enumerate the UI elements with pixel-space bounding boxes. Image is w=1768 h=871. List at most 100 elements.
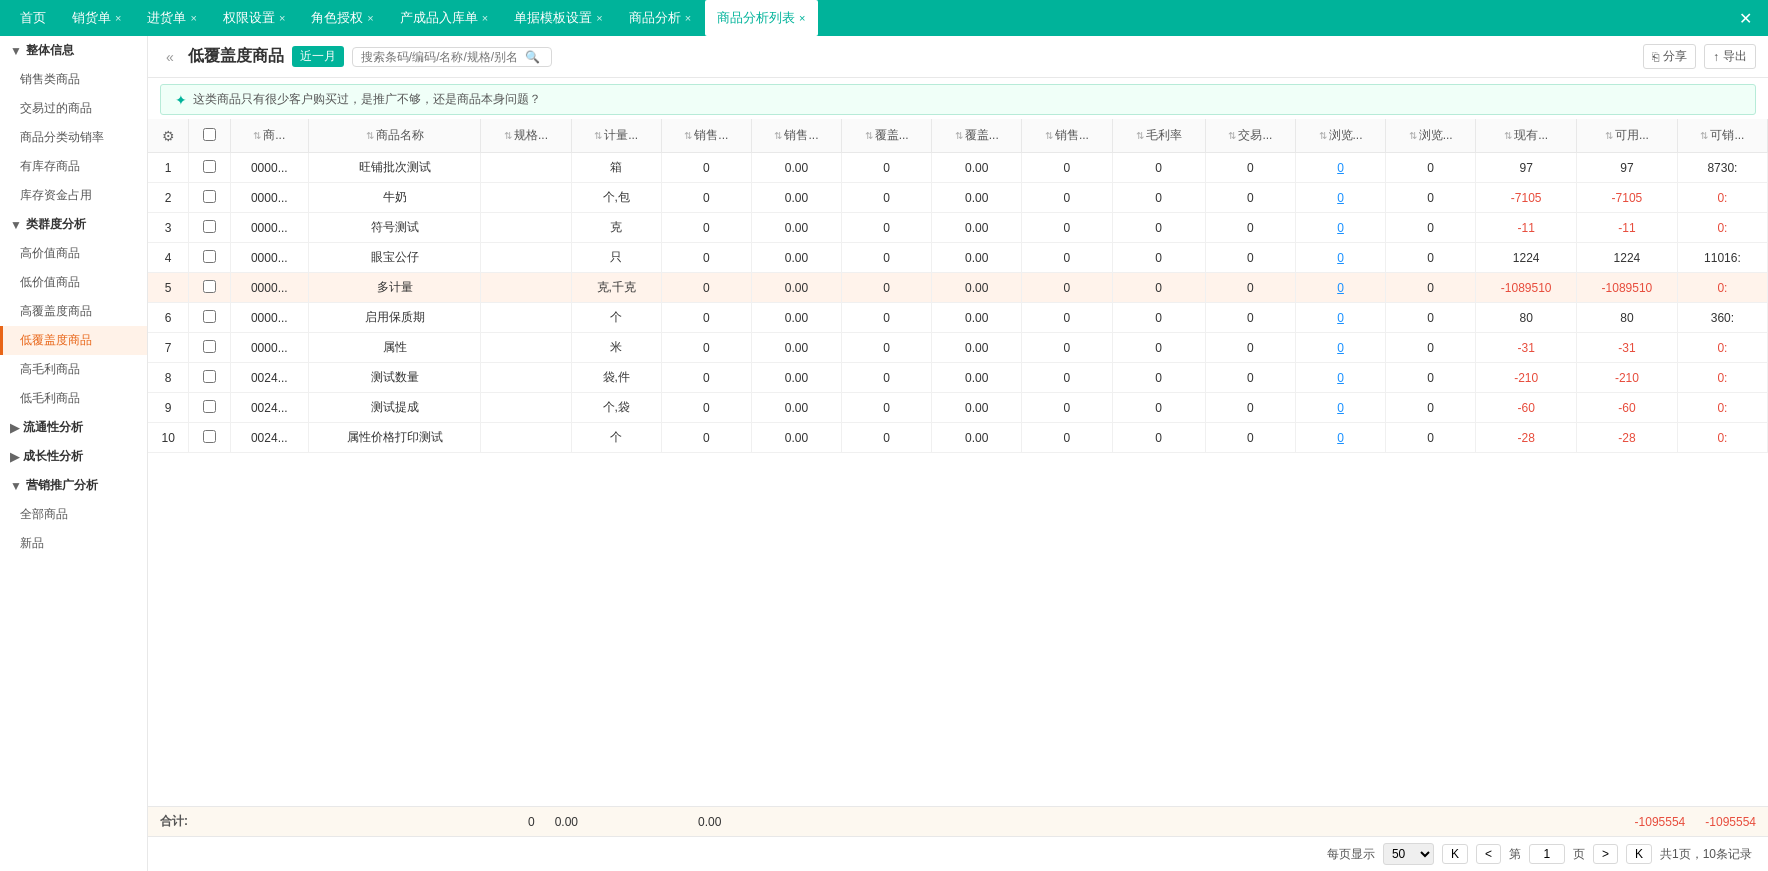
row-checkbox[interactable] bbox=[203, 280, 216, 293]
row-checkbox[interactable] bbox=[203, 340, 216, 353]
sidebar-item-low-coverage[interactable]: 低覆盖度商品 bbox=[0, 326, 147, 355]
collapse-sidebar-button[interactable]: « bbox=[160, 47, 180, 67]
row-checkbox[interactable] bbox=[203, 250, 216, 263]
col-sales-amount[interactable]: ⇅销售... bbox=[751, 119, 841, 153]
col-gross-rate[interactable]: ⇅毛利率 bbox=[1112, 119, 1205, 153]
cell-browse1[interactable]: 0 bbox=[1295, 303, 1385, 333]
row-checkbox[interactable] bbox=[203, 220, 216, 233]
col-code[interactable]: ⇅商... bbox=[230, 119, 309, 153]
col-available[interactable]: ⇅可用... bbox=[1577, 119, 1678, 153]
table-row[interactable]: 6 0000... 启用保质期 个 0 0.00 0 0.00 0 0 0 0 … bbox=[148, 303, 1768, 333]
nav-template-settings[interactable]: 单据模板设置 × bbox=[502, 0, 614, 36]
sidebar-item-stock-capital[interactable]: 库存资金占用 bbox=[0, 181, 147, 210]
search-input[interactable] bbox=[361, 50, 521, 64]
nav-permission-settings[interactable]: 权限设置 × bbox=[211, 0, 297, 36]
sidebar-item-low-margin[interactable]: 低毛利商品 bbox=[0, 384, 147, 413]
col-settings[interactable]: ⚙ bbox=[148, 119, 189, 153]
cell-check[interactable] bbox=[189, 243, 230, 273]
first-page-button[interactable]: K bbox=[1442, 844, 1468, 864]
row-checkbox[interactable] bbox=[203, 370, 216, 383]
table-row[interactable]: 3 0000... 符号测试 克 0 0.00 0 0.00 0 0 0 0 0… bbox=[148, 213, 1768, 243]
sidebar-item-new-goods[interactable]: 新品 bbox=[0, 529, 147, 558]
cell-check[interactable] bbox=[189, 393, 230, 423]
nav-finished-goods[interactable]: 产成品入库单 × bbox=[388, 0, 500, 36]
sidebar-item-all-goods[interactable]: 全部商品 bbox=[0, 500, 147, 529]
cell-browse1[interactable]: 0 bbox=[1295, 153, 1385, 183]
nav-home[interactable]: 首页 bbox=[8, 0, 58, 36]
cell-browse1[interactable]: 0 bbox=[1295, 213, 1385, 243]
col-current[interactable]: ⇅现有... bbox=[1476, 119, 1577, 153]
sidebar-item-stocked-goods[interactable]: 有库存商品 bbox=[0, 152, 147, 181]
cell-check[interactable] bbox=[189, 363, 230, 393]
nav-close-goods-analysis[interactable]: × bbox=[685, 12, 691, 24]
cell-browse1[interactable]: 0 bbox=[1295, 273, 1385, 303]
col-browse2[interactable]: ⇅浏览... bbox=[1386, 119, 1476, 153]
sidebar-group-cluster[interactable]: ▼ 类群度分析 bbox=[0, 210, 147, 239]
col-sales-x[interactable]: ⇅销售... bbox=[1022, 119, 1112, 153]
last-page-button[interactable]: K bbox=[1626, 844, 1652, 864]
table-row[interactable]: 1 0000... 旺铺批次测试 箱 0 0.00 0 0.00 0 0 0 0… bbox=[148, 153, 1768, 183]
table-row[interactable]: 10 0024... 属性价格打印测试 个 0 0.00 0 0.00 0 0 … bbox=[148, 423, 1768, 453]
row-checkbox[interactable] bbox=[203, 190, 216, 203]
sidebar-group-overall[interactable]: ▼ 整体信息 bbox=[0, 36, 147, 65]
search-icon[interactable]: 🔍 bbox=[525, 50, 540, 64]
cell-browse1[interactable]: 0 bbox=[1295, 363, 1385, 393]
cell-check[interactable] bbox=[189, 153, 230, 183]
nav-goods-analysis-list[interactable]: 商品分析列表 × bbox=[705, 0, 817, 36]
col-coverage1[interactable]: ⇅覆盖... bbox=[842, 119, 932, 153]
cell-check[interactable] bbox=[189, 273, 230, 303]
sidebar-item-sales-goods[interactable]: 销售类商品 bbox=[0, 65, 147, 94]
nav-close-goods-analysis-list[interactable]: × bbox=[799, 12, 805, 24]
table-row[interactable]: 4 0000... 眼宝公仔 只 0 0.00 0 0.00 0 0 0 0 0… bbox=[148, 243, 1768, 273]
sidebar-item-category-turnover[interactable]: 商品分类动销率 bbox=[0, 123, 147, 152]
table-row[interactable]: 9 0024... 测试提成 个,袋 0 0.00 0 0.00 0 0 0 0… bbox=[148, 393, 1768, 423]
sidebar-item-low-value[interactable]: 低价值商品 bbox=[0, 268, 147, 297]
col-coverage2[interactable]: ⇅覆盖... bbox=[932, 119, 1022, 153]
select-all-checkbox[interactable] bbox=[203, 128, 216, 141]
col-checkbox[interactable] bbox=[189, 119, 230, 153]
sidebar-item-high-value[interactable]: 高价值商品 bbox=[0, 239, 147, 268]
next-page-button[interactable]: > bbox=[1593, 844, 1618, 864]
sidebar-group-marketing[interactable]: ▼ 营销推广分析 bbox=[0, 471, 147, 500]
table-row[interactable]: 7 0000... 属性 米 0 0.00 0 0.00 0 0 0 0 0 -… bbox=[148, 333, 1768, 363]
nav-close-template-settings[interactable]: × bbox=[596, 12, 602, 24]
col-unit[interactable]: ⇅计量... bbox=[571, 119, 661, 153]
sidebar-item-high-coverage[interactable]: 高覆盖度商品 bbox=[0, 297, 147, 326]
nav-close-permission-settings[interactable]: × bbox=[279, 12, 285, 24]
cell-check[interactable] bbox=[189, 333, 230, 363]
row-checkbox[interactable] bbox=[203, 430, 216, 443]
sidebar-item-high-margin[interactable]: 高毛利商品 bbox=[0, 355, 147, 384]
row-checkbox[interactable] bbox=[203, 310, 216, 323]
table-row[interactable]: 2 0000... 牛奶 个,包 0 0.00 0 0.00 0 0 0 0 0… bbox=[148, 183, 1768, 213]
close-window-button[interactable]: ✕ bbox=[1731, 9, 1760, 28]
nav-close-purchase-order[interactable]: × bbox=[190, 12, 196, 24]
col-name[interactable]: ⇅商品名称 bbox=[309, 119, 481, 153]
table-row[interactable]: 8 0024... 测试数量 袋,件 0 0.00 0 0.00 0 0 0 0… bbox=[148, 363, 1768, 393]
row-checkbox[interactable] bbox=[203, 400, 216, 413]
col-trade[interactable]: ⇅交易... bbox=[1205, 119, 1295, 153]
prev-page-button[interactable]: < bbox=[1476, 844, 1501, 864]
cell-browse1[interactable]: 0 bbox=[1295, 183, 1385, 213]
col-spec[interactable]: ⇅规格... bbox=[481, 119, 571, 153]
sidebar-item-traded-goods[interactable]: 交易过的商品 bbox=[0, 94, 147, 123]
sidebar-group-liquidity[interactable]: ▶ 流通性分析 bbox=[0, 413, 147, 442]
cell-browse1[interactable]: 0 bbox=[1295, 423, 1385, 453]
cell-check[interactable] bbox=[189, 303, 230, 333]
nav-close-role-auth[interactable]: × bbox=[367, 12, 373, 24]
cell-check[interactable] bbox=[189, 423, 230, 453]
sidebar-group-growth[interactable]: ▶ 成长性分析 bbox=[0, 442, 147, 471]
cell-browse1[interactable]: 0 bbox=[1295, 333, 1385, 363]
cell-check[interactable] bbox=[189, 213, 230, 243]
nav-role-auth[interactable]: 角色授权 × bbox=[299, 0, 385, 36]
cell-browse1[interactable]: 0 bbox=[1295, 243, 1385, 273]
cell-check[interactable] bbox=[189, 183, 230, 213]
page-number-input[interactable] bbox=[1529, 844, 1565, 864]
row-checkbox[interactable] bbox=[203, 160, 216, 173]
period-button[interactable]: 近一月 bbox=[292, 46, 344, 67]
table-row[interactable]: 5 0000... 多计量 克,千克 0 0.00 0 0.00 0 0 0 0… bbox=[148, 273, 1768, 303]
col-sales-count[interactable]: ⇅销售... bbox=[661, 119, 751, 153]
cell-browse1[interactable]: 0 bbox=[1295, 393, 1385, 423]
share-button[interactable]: ⎗ 分享 bbox=[1643, 44, 1696, 69]
col-sellable[interactable]: ⇅可销... bbox=[1677, 119, 1767, 153]
nav-close-sales-order[interactable]: × bbox=[115, 12, 121, 24]
